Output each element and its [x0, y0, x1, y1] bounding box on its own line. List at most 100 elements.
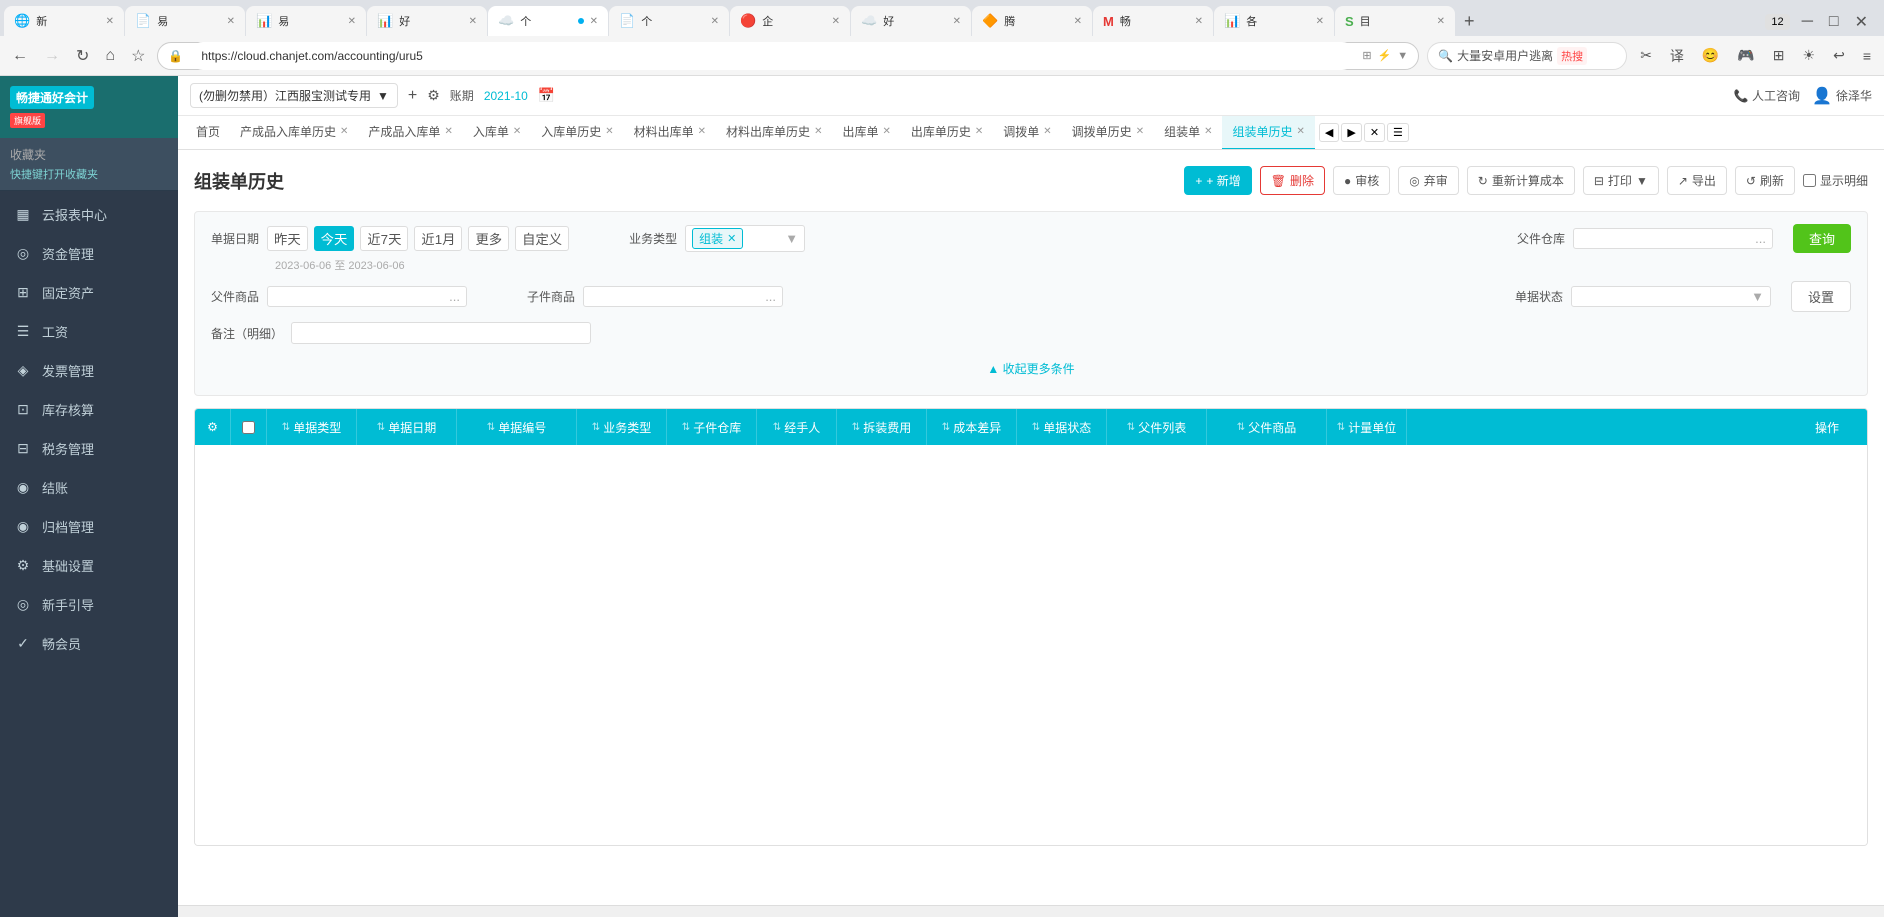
tab1-close[interactable]: ✕: [106, 16, 114, 27]
show-detail-checkbox[interactable]: [1803, 174, 1816, 187]
browser-tab-1[interactable]: 🌐 新 ✕: [4, 6, 124, 36]
tab-transfer-history-close[interactable]: ✕: [1136, 126, 1144, 137]
sidebar-item-tax[interactable]: ⊟ 税务管理: [0, 429, 178, 468]
browser-tab-2[interactable]: 📄 易 ✕: [125, 6, 245, 36]
tab2-close[interactable]: ✕: [227, 16, 235, 27]
parent-goods-more[interactable]: ...: [449, 289, 460, 304]
biz-type-dropdown-icon[interactable]: ▼: [785, 231, 798, 246]
dropdown-icon[interactable]: ▼: [1397, 50, 1408, 62]
delete-button[interactable]: 🗑 删除: [1260, 166, 1325, 195]
tab-out-order[interactable]: 出库单 ✕: [832, 116, 900, 150]
tab-close-all-button[interactable]: ✕: [1364, 123, 1385, 142]
tab-transfer[interactable]: 调拨单 ✕: [993, 116, 1061, 150]
customer-service-link[interactable]: 📞 人工咨询: [1734, 87, 1800, 104]
tab-transfer-history[interactable]: 调拨单历史 ✕: [1062, 116, 1154, 150]
date-more-button[interactable]: 更多: [468, 226, 509, 251]
print-button[interactable]: ⊟ 打印 ▼: [1583, 166, 1659, 195]
th-handler-sort-icon[interactable]: ⇅: [773, 422, 781, 433]
refresh-button[interactable]: ↺ 刷新: [1735, 166, 1795, 195]
browser-tab-5[interactable]: ☁️ 个 ✕: [488, 6, 608, 36]
biz-type-chip-remove[interactable]: ✕: [727, 232, 736, 245]
tab-assembly-close[interactable]: ✕: [1204, 126, 1212, 137]
tab-assembly-history[interactable]: 组装单历史 ✕: [1222, 116, 1314, 150]
collapse-bar[interactable]: ▲ 收起更多条件: [211, 354, 1851, 383]
tab7-close[interactable]: ✕: [832, 16, 840, 27]
th-date-sort-icon[interactable]: ⇅: [377, 422, 385, 433]
settings-gear-button[interactable]: ⚙: [427, 87, 440, 104]
reload-button[interactable]: ↻: [72, 42, 93, 70]
forward-button[interactable]: →: [40, 43, 64, 69]
close-window-button[interactable]: ✕: [1851, 8, 1872, 36]
user-menu[interactable]: 👤 徐泽华: [1812, 86, 1872, 106]
audit-button[interactable]: ● 审核: [1333, 166, 1390, 195]
date-today-button[interactable]: 今天: [314, 226, 355, 251]
sidebar-item-payroll[interactable]: ☰ 工资: [0, 312, 178, 351]
tab-prod-in-history-close[interactable]: ✕: [340, 126, 348, 137]
company-selector[interactable]: (勿删勿禁用）江西服宝测试专用 ▼: [190, 83, 398, 108]
minimize-button[interactable]: ─: [1798, 9, 1817, 35]
browser-tab-10[interactable]: M 畅 ✕: [1093, 6, 1213, 36]
tab10-close[interactable]: ✕: [1195, 16, 1203, 27]
browser-tab-12[interactable]: S 目 ✕: [1335, 6, 1455, 36]
sidebar-item-settle[interactable]: ◉ 结账: [0, 468, 178, 507]
status-dropdown[interactable]: ▼: [1751, 289, 1764, 304]
tab4-close[interactable]: ✕: [469, 16, 477, 27]
select-all-checkbox[interactable]: [242, 421, 255, 434]
sidebar-item-vip[interactable]: ✓ 畅会员: [0, 624, 178, 663]
tab-scroll-left-button[interactable]: ◀: [1319, 123, 1339, 142]
tab-home[interactable]: 首页: [186, 116, 230, 150]
url-input[interactable]: [189, 42, 1356, 70]
date-yesterday-button[interactable]: 昨天: [267, 226, 308, 251]
lightning-icon[interactable]: ⚡: [1378, 49, 1392, 62]
th-settings[interactable]: ⚙: [195, 409, 231, 445]
browser-tab-9[interactable]: 🔶 腾 ✕: [972, 6, 1092, 36]
sidebar-item-archive[interactable]: ◉ 归档管理: [0, 507, 178, 546]
browser-tab-4[interactable]: 📊 好 ✕: [367, 6, 487, 36]
browser-tab-11[interactable]: 📊 各 ✕: [1214, 6, 1334, 36]
th-parent-goods-sort-icon[interactable]: ⇅: [1237, 422, 1245, 433]
tab-material-out-history-close[interactable]: ✕: [814, 126, 822, 137]
home-button[interactable]: ⌂: [101, 43, 119, 69]
tab-assembly[interactable]: 组装单 ✕: [1154, 116, 1222, 150]
tab-out-history[interactable]: 出库单历史 ✕: [901, 116, 993, 150]
sidebar-item-cloud-report[interactable]: ▦ 云报表中心: [0, 195, 178, 234]
period-value[interactable]: 2021-10: [484, 89, 528, 103]
tab6-close[interactable]: ✕: [711, 16, 719, 27]
query-button[interactable]: 查询: [1793, 224, 1851, 253]
tab-prod-in-history[interactable]: 产成品入库单历史 ✕: [230, 116, 358, 150]
th-checkbox[interactable]: [231, 409, 267, 445]
tab-in-history[interactable]: 入库单历史 ✕: [531, 116, 623, 150]
tab-material-out-close[interactable]: ✕: [698, 126, 706, 137]
tab-assembly-history-close[interactable]: ✕: [1297, 126, 1305, 137]
th-sort-icon[interactable]: ⇅: [282, 422, 290, 433]
set-button[interactable]: 设置: [1791, 281, 1851, 312]
scissors-tool[interactable]: ✂: [1635, 44, 1657, 67]
tab-out-history-close[interactable]: ✕: [975, 126, 983, 137]
th-cost-sort-icon[interactable]: ⇅: [852, 422, 860, 433]
tab-prod-in[interactable]: 产成品入库单 ✕: [358, 116, 462, 150]
recalc-cost-button[interactable]: ↻ 重新计算成本: [1467, 166, 1575, 195]
grid-tool[interactable]: ⊞: [1768, 44, 1790, 67]
sidebar-item-inventory[interactable]: ⊡ 库存核算: [0, 390, 178, 429]
undo-tool[interactable]: ↩: [1828, 44, 1850, 67]
th-status-sort-icon[interactable]: ⇅: [1032, 422, 1040, 433]
tab3-close[interactable]: ✕: [348, 16, 356, 27]
tab-in-history-close[interactable]: ✕: [605, 126, 613, 137]
tab-out-order-close[interactable]: ✕: [882, 126, 890, 137]
sidebar-item-invoice[interactable]: ◈ 发票管理: [0, 351, 178, 390]
new-record-button[interactable]: + + 新增: [1184, 166, 1251, 195]
tab12-close[interactable]: ✕: [1437, 16, 1445, 27]
th-diff-sort-icon[interactable]: ⇅: [942, 422, 950, 433]
tab-material-out[interactable]: 材料出库单 ✕: [624, 116, 716, 150]
translate-tool[interactable]: 译: [1665, 43, 1689, 69]
date-custom-button[interactable]: 自定义: [515, 226, 569, 251]
qr-icon[interactable]: ⊞: [1362, 49, 1371, 62]
th-no-sort-icon[interactable]: ⇅: [487, 422, 495, 433]
tab-scroll-right-button[interactable]: ▶: [1341, 123, 1361, 142]
browser-tab-8[interactable]: ☁️ 好 ✕: [851, 6, 971, 36]
th-parent-list-sort-icon[interactable]: ⇅: [1127, 422, 1135, 433]
bookmark-button[interactable]: ☆: [127, 42, 149, 70]
tab-in-order[interactable]: 入库单 ✕: [463, 116, 531, 150]
parent-warehouse-more[interactable]: ...: [1755, 231, 1766, 246]
th-biz-sort-icon[interactable]: ⇅: [592, 422, 600, 433]
